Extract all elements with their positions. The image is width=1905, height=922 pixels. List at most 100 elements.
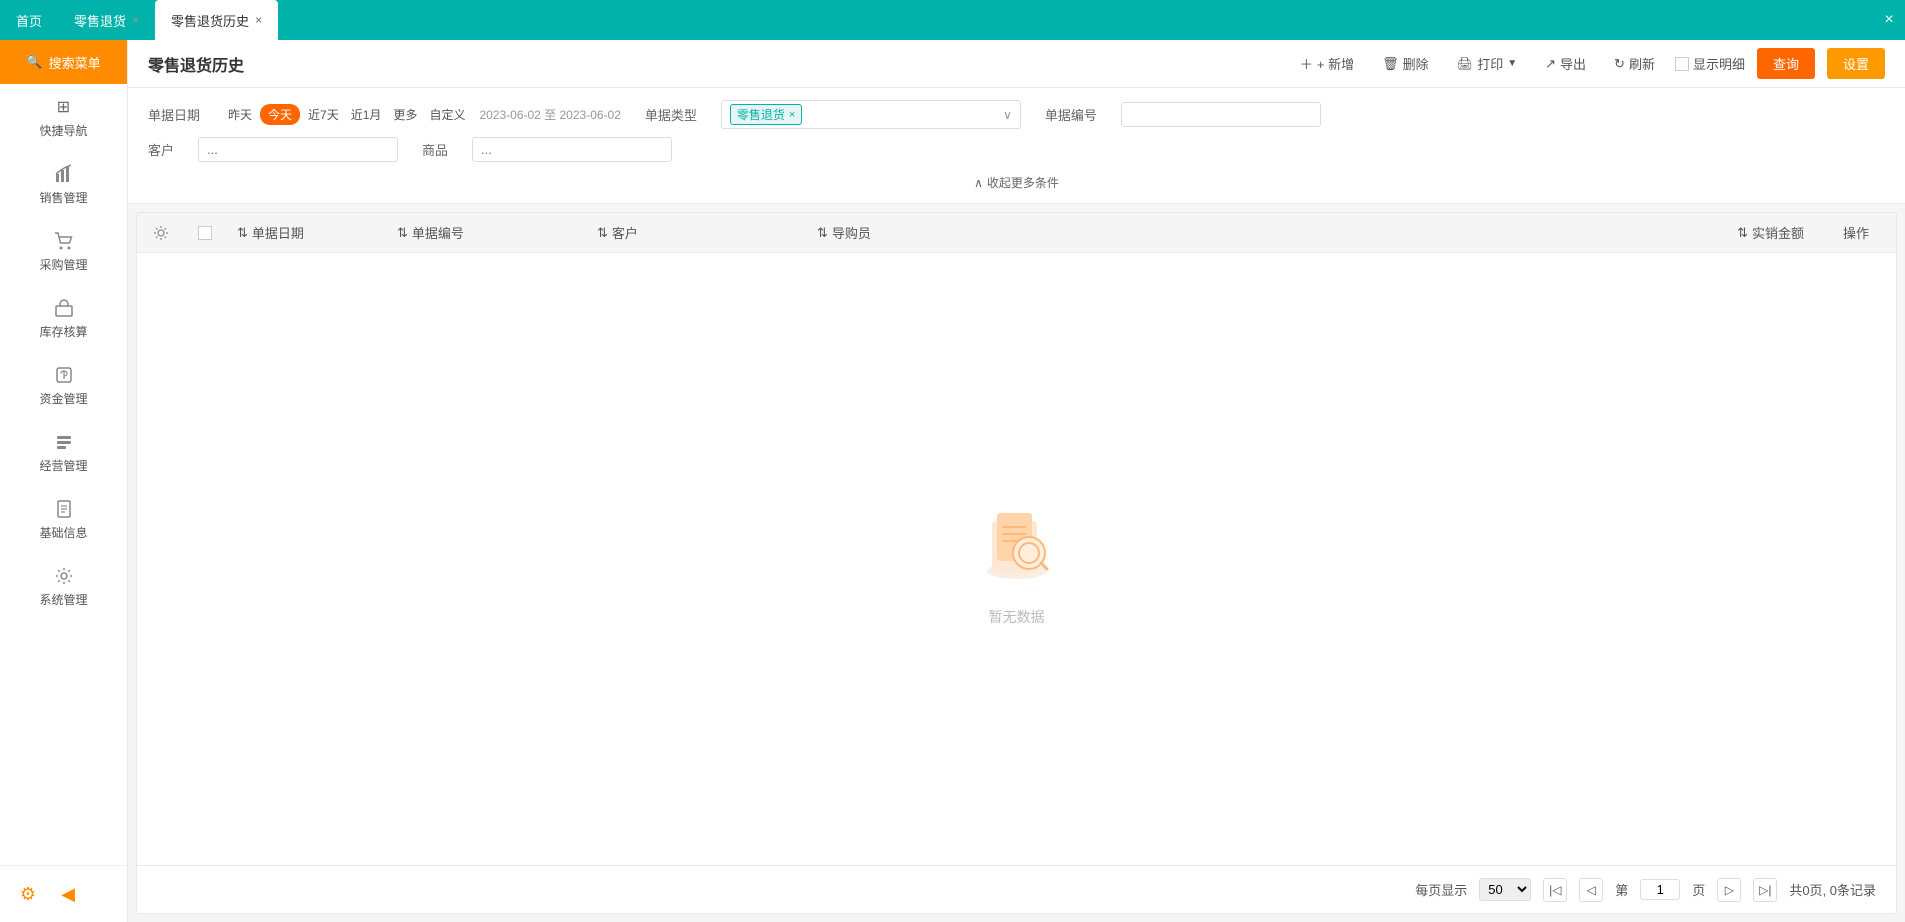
empty-icon <box>967 491 1067 591</box>
collapse-up-icon: ∧ <box>974 176 983 190</box>
window-close-button[interactable]: × <box>1873 0 1905 40</box>
sales-mgmt-icon <box>53 163 75 185</box>
delete-button[interactable]: 🗑 删除 <box>1374 50 1437 77</box>
date-btn-today[interactable]: 今天 <box>260 104 300 125</box>
sidebar-item-finance[interactable]: 资金管理 <box>0 352 127 419</box>
date-btn-yesterday[interactable]: 昨天 <box>224 104 256 125</box>
collapse-row: ∧ 收起更多条件 <box>148 170 1885 191</box>
page-summary: 共0页, 0条记录 <box>1789 880 1876 899</box>
sys-mgmt-icon <box>53 565 75 587</box>
per-page-select[interactable]: 50 10 20 100 <box>1479 878 1531 901</box>
table-header: ⇅ 单据日期 ⇅ 单据编号 ⇅ 客户 ⇅ 导购员 ⇅ 实销金额 <box>137 213 1896 253</box>
new-button[interactable]: ＋ + 新增 <box>1292 50 1362 77</box>
settings-button[interactable]: 设置 <box>1827 48 1885 79</box>
th-date[interactable]: ⇅ 单据日期 <box>225 223 385 242</box>
th-action: 操作 <box>1816 223 1896 242</box>
print-button[interactable]: 🖨 打印 ▼ <box>1449 50 1525 77</box>
sidebar: 🔍 搜索菜单 ⊞ 快捷导航 销售管理 采购管理 库存核算 <box>0 40 128 922</box>
th-customer[interactable]: ⇅ 客户 <box>585 223 805 242</box>
sort-date-icon: ⇅ <box>237 225 248 241</box>
sys-mgmt-label: 系统管理 <box>39 591 87 608</box>
quick-nav-label: 快捷导航 <box>39 122 87 139</box>
sidebar-item-basic-info[interactable]: 基础信息 <box>0 486 127 553</box>
print-dropdown-icon: ▼ <box>1507 58 1517 69</box>
date-range-text: 2023-06-02 至 2023-06-02 <box>479 106 620 123</box>
basic-info-label: 基础信息 <box>39 524 87 541</box>
purchase-mgmt-icon <box>53 230 75 252</box>
tab-retail-return-history[interactable]: 零售退货历史 × <box>155 0 278 40</box>
finance-icon <box>53 364 75 386</box>
query-button[interactable]: 查询 <box>1757 48 1815 79</box>
show-detail-checkbox[interactable] <box>1675 57 1689 71</box>
date-label: 单据日期 <box>148 105 200 124</box>
goods-input[interactable] <box>472 137 672 162</box>
filter-row-1: 单据日期 昨天 今天 近7天 近1月 更多 自定义 2023-06-02 至 2… <box>148 100 1885 129</box>
select-all-checkbox[interactable] <box>198 226 212 240</box>
bill-type-select[interactable]: 零售退货 × ∨ <box>721 100 1021 129</box>
sidebar-item-inventory[interactable]: 库存核算 <box>0 285 127 352</box>
date-btn-custom[interactable]: 自定义 <box>425 104 469 125</box>
table-area: ⇅ 单据日期 ⇅ 单据编号 ⇅ 客户 ⇅ 导购员 ⇅ 实销金额 <box>136 212 1897 914</box>
th-settings[interactable] <box>137 225 185 241</box>
date-btn-1month[interactable]: 近1月 <box>347 104 386 125</box>
prev-page-button[interactable]: ◁ <box>1579 878 1603 902</box>
search-menu-button[interactable]: 🔍 搜索菜单 <box>0 40 127 84</box>
toolbar: ＋ + 新增 🗑 删除 🖨 打印 ▼ ↗ 导出 ↻ <box>1292 48 1885 79</box>
th-bill-no[interactable]: ⇅ 单据编号 <box>385 223 585 242</box>
delete-icon: 🗑 <box>1382 56 1399 72</box>
page-label: 第 <box>1615 880 1628 899</box>
sidebar-item-sys-mgmt[interactable]: 系统管理 <box>0 553 127 620</box>
show-detail-label: 显示明细 <box>1675 54 1745 73</box>
settings-bottom-button[interactable]: ⚙ <box>12 878 44 910</box>
date-btn-more[interactable]: 更多 <box>389 104 421 125</box>
page-title: 零售退货历史 <box>148 52 1292 76</box>
per-page-label: 每页显示 <box>1415 880 1467 899</box>
customer-input[interactable] <box>198 137 398 162</box>
quick-nav-icon: ⊞ <box>53 96 75 118</box>
collapse-label: 收起更多条件 <box>987 174 1059 191</box>
sort-guide-icon: ⇅ <box>817 225 828 241</box>
new-icon: ＋ <box>1300 54 1313 73</box>
first-page-button[interactable]: |◁ <box>1543 878 1567 902</box>
finance-label: 资金管理 <box>39 390 87 407</box>
sidebar-item-sales-mgmt[interactable]: 销售管理 <box>0 151 127 218</box>
search-icon: 🔍 <box>26 54 42 70</box>
inventory-icon <box>53 297 75 319</box>
basic-info-icon <box>53 498 75 520</box>
tab-retail-return-history-label: 零售退货历史 <box>171 11 249 30</box>
pagination: 每页显示 50 10 20 100 |◁ ◁ 第 页 ▷ ▷| 共0页, 0条记… <box>137 865 1896 913</box>
collapse-sidebar-button[interactable]: ◀ <box>52 878 84 910</box>
tab-home[interactable]: 首页 <box>0 0 58 40</box>
sidebar-item-operations[interactable]: 经营管理 <box>0 419 127 486</box>
content-area: 零售退货历史 ＋ + 新增 🗑 删除 🖨 打印 ▼ ↗ 导出 <box>128 40 1905 922</box>
refresh-icon: ↻ <box>1614 56 1625 72</box>
th-guide[interactable]: ⇅ 导购员 <box>805 223 985 242</box>
th-checkbox[interactable] <box>185 226 225 240</box>
filter-row-2: 客户 商品 <box>148 137 1885 162</box>
customer-label: 客户 <box>148 140 174 159</box>
sidebar-item-purchase-mgmt[interactable]: 采购管理 <box>0 218 127 285</box>
export-button[interactable]: ↗ 导出 <box>1537 50 1594 77</box>
sidebar-item-quick-nav[interactable]: ⊞ 快捷导航 <box>0 84 127 151</box>
empty-state: 暂无数据 <box>137 253 1896 865</box>
sidebar-bottom: ⚙ ◀ <box>0 865 127 922</box>
tab-retail-return-close[interactable]: × <box>132 13 139 27</box>
inventory-label: 库存核算 <box>39 323 87 340</box>
filter-area: 单据日期 昨天 今天 近7天 近1月 更多 自定义 2023-06-02 至 2… <box>128 88 1905 204</box>
date-btn-7days[interactable]: 近7天 <box>304 104 343 125</box>
operations-icon <box>53 431 75 453</box>
tab-retail-return[interactable]: 零售退货 × <box>58 0 155 40</box>
th-amount[interactable]: ⇅ 实销金额 <box>985 223 1816 242</box>
page-unit: 页 <box>1692 880 1705 899</box>
tab-retail-return-history-close[interactable]: × <box>255 13 262 27</box>
search-menu-label: 搜索菜单 <box>49 53 101 72</box>
refresh-button[interactable]: ↻ 刷新 <box>1606 50 1663 77</box>
bill-no-input[interactable] <box>1121 102 1321 127</box>
collapse-button[interactable]: ∧ 收起更多条件 <box>974 174 1059 191</box>
bill-type-dropdown-arrow: ∨ <box>1003 108 1012 122</box>
page-number-input[interactable] <box>1640 879 1680 900</box>
last-page-button[interactable]: ▷| <box>1753 878 1777 902</box>
bill-type-remove-icon[interactable]: × <box>789 109 795 121</box>
next-page-button[interactable]: ▷ <box>1717 878 1741 902</box>
sales-mgmt-label: 销售管理 <box>39 189 87 206</box>
